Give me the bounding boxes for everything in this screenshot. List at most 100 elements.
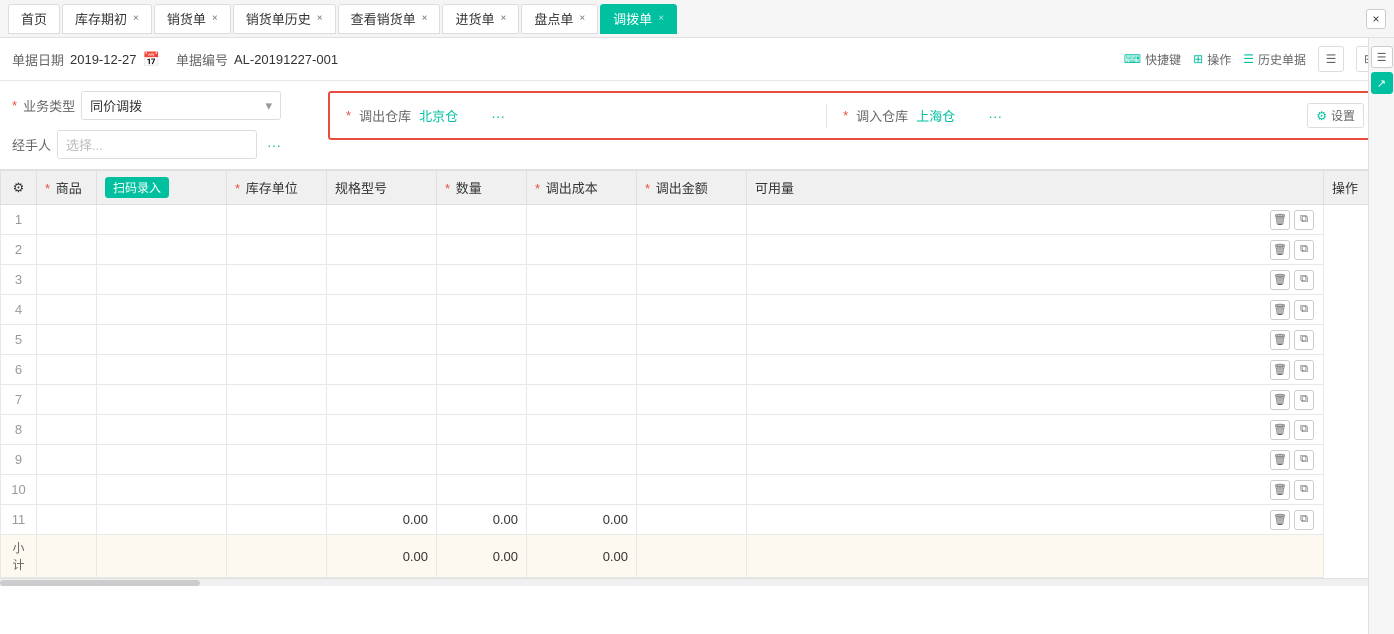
copy-row-button[interactable]: ⧉: [1294, 510, 1314, 530]
row-qty-cell[interactable]: [327, 445, 437, 475]
row-unit-cell[interactable]: [97, 385, 227, 415]
row-cost-cell[interactable]: [437, 235, 527, 265]
tab-sales-order[interactable]: 销货单 ×: [154, 4, 231, 34]
row-unit-cell[interactable]: [97, 445, 227, 475]
row-spec-cell[interactable]: [227, 385, 327, 415]
row-qty-cell[interactable]: [327, 355, 437, 385]
row-product-cell[interactable]: [37, 295, 97, 325]
row-qty-cell[interactable]: [327, 265, 437, 295]
layout-list-button[interactable]: ☰: [1318, 46, 1344, 72]
delete-row-button[interactable]: 🗑: [1270, 510, 1290, 530]
tab-transfer[interactable]: 调拨单 ×: [600, 4, 677, 34]
delete-row-button[interactable]: 🗑: [1270, 360, 1290, 380]
delete-row-button[interactable]: 🗑: [1270, 390, 1290, 410]
transfer-out-more-button[interactable]: ···: [487, 108, 509, 124]
row-product-cell[interactable]: [37, 475, 97, 505]
row-amount-cell[interactable]: [527, 325, 637, 355]
copy-row-button[interactable]: ⧉: [1294, 330, 1314, 350]
delete-row-button[interactable]: 🗑: [1270, 450, 1290, 470]
row-cost-cell[interactable]: [437, 445, 527, 475]
row-qty-cell[interactable]: [327, 295, 437, 325]
copy-row-button[interactable]: ⧉: [1294, 390, 1314, 410]
business-type-dropdown[interactable]: 同价调拨 ▾: [81, 91, 281, 120]
row-cost-cell[interactable]: [437, 325, 527, 355]
row-qty-cell[interactable]: [327, 325, 437, 355]
delete-row-button[interactable]: 🗑: [1270, 420, 1290, 440]
row-product-cell[interactable]: [37, 265, 97, 295]
delete-row-button[interactable]: 🗑: [1270, 300, 1290, 320]
row-unit-cell[interactable]: [97, 235, 227, 265]
close-icon[interactable]: ×: [133, 13, 139, 24]
row-spec-cell[interactable]: [227, 475, 327, 505]
copy-row-button[interactable]: ⧉: [1294, 240, 1314, 260]
close-icon[interactable]: ×: [212, 13, 218, 24]
row-amount-cell[interactable]: [527, 355, 637, 385]
row-amount-cell[interactable]: [527, 475, 637, 505]
copy-row-button[interactable]: ⧉: [1294, 450, 1314, 470]
tab-inventory[interactable]: 盘点单 ×: [521, 4, 598, 34]
delete-row-button[interactable]: 🗑: [1270, 240, 1290, 260]
copy-row-button[interactable]: ⧉: [1294, 300, 1314, 320]
delete-row-button[interactable]: 🗑: [1270, 270, 1290, 290]
handler-dropdown[interactable]: 选择...: [57, 130, 257, 159]
transfer-out-value[interactable]: 北京仓: [419, 106, 479, 125]
tab-home[interactable]: 首页: [8, 4, 60, 34]
close-icon[interactable]: ×: [579, 13, 585, 24]
shortcuts-action[interactable]: ⌨ 快捷键: [1124, 51, 1181, 68]
close-icon[interactable]: ×: [317, 13, 323, 24]
row-product-cell[interactable]: [37, 415, 97, 445]
sidebar-export-button[interactable]: ↗: [1371, 72, 1393, 94]
settings-button[interactable]: ⚙ 设置: [1307, 103, 1364, 128]
copy-row-button[interactable]: ⧉: [1294, 360, 1314, 380]
date-value[interactable]: 2019-12-27: [70, 52, 137, 67]
calendar-icon[interactable]: 📅: [143, 51, 160, 68]
tab-purchase-order[interactable]: 进货单 ×: [442, 4, 519, 34]
delete-row-button[interactable]: 🗑: [1270, 210, 1290, 230]
copy-row-button[interactable]: ⧉: [1294, 420, 1314, 440]
row-product-cell[interactable]: [37, 235, 97, 265]
row-spec-cell[interactable]: [227, 235, 327, 265]
copy-row-button[interactable]: ⧉: [1294, 210, 1314, 230]
row-qty-cell[interactable]: [327, 235, 437, 265]
close-icon[interactable]: ×: [422, 13, 428, 24]
transfer-in-more-button[interactable]: ···: [984, 108, 1006, 124]
row-qty-cell[interactable]: [327, 475, 437, 505]
row-product-cell[interactable]: [37, 355, 97, 385]
row-product-cell[interactable]: [37, 205, 97, 235]
row-spec-cell[interactable]: [227, 265, 327, 295]
settings-col-icon[interactable]: ⚙: [13, 180, 25, 195]
row-amount-cell[interactable]: [527, 385, 637, 415]
row-qty-cell[interactable]: [327, 415, 437, 445]
row-product-cell[interactable]: [37, 385, 97, 415]
row-spec-cell[interactable]: [227, 415, 327, 445]
row-spec-cell[interactable]: [227, 295, 327, 325]
row-amount-cell[interactable]: [527, 415, 637, 445]
sidebar-list-button[interactable]: ☰: [1371, 46, 1393, 68]
row-unit-cell[interactable]: [97, 475, 227, 505]
close-icon[interactable]: ×: [658, 13, 664, 24]
row-amount-cell[interactable]: [527, 445, 637, 475]
row-cost-cell[interactable]: [437, 415, 527, 445]
delete-row-button[interactable]: 🗑: [1270, 330, 1290, 350]
row-spec-cell[interactable]: [227, 355, 327, 385]
row-cost-cell[interactable]: [437, 295, 527, 325]
horizontal-scrollbar[interactable]: [0, 578, 1394, 586]
row-cost-cell[interactable]: [437, 205, 527, 235]
delete-row-button[interactable]: 🗑: [1270, 480, 1290, 500]
copy-row-button[interactable]: ⧉: [1294, 480, 1314, 500]
row-cost-cell[interactable]: [437, 475, 527, 505]
transfer-in-value[interactable]: 上海仓: [916, 106, 976, 125]
row-unit-cell[interactable]: [97, 355, 227, 385]
copy-row-button[interactable]: ⧉: [1294, 270, 1314, 290]
scan-entry-button[interactable]: 扫码录入: [105, 177, 169, 198]
close-icon[interactable]: ×: [500, 13, 506, 24]
row-amount-cell[interactable]: [527, 265, 637, 295]
row-cost-cell[interactable]: [437, 265, 527, 295]
row-unit-cell[interactable]: [97, 265, 227, 295]
row-unit-cell[interactable]: [97, 295, 227, 325]
row-spec-cell[interactable]: [227, 325, 327, 355]
row-qty-cell[interactable]: [327, 385, 437, 415]
row-amount-cell[interactable]: [527, 235, 637, 265]
row-unit-cell[interactable]: [97, 325, 227, 355]
row-qty-cell[interactable]: [327, 205, 437, 235]
